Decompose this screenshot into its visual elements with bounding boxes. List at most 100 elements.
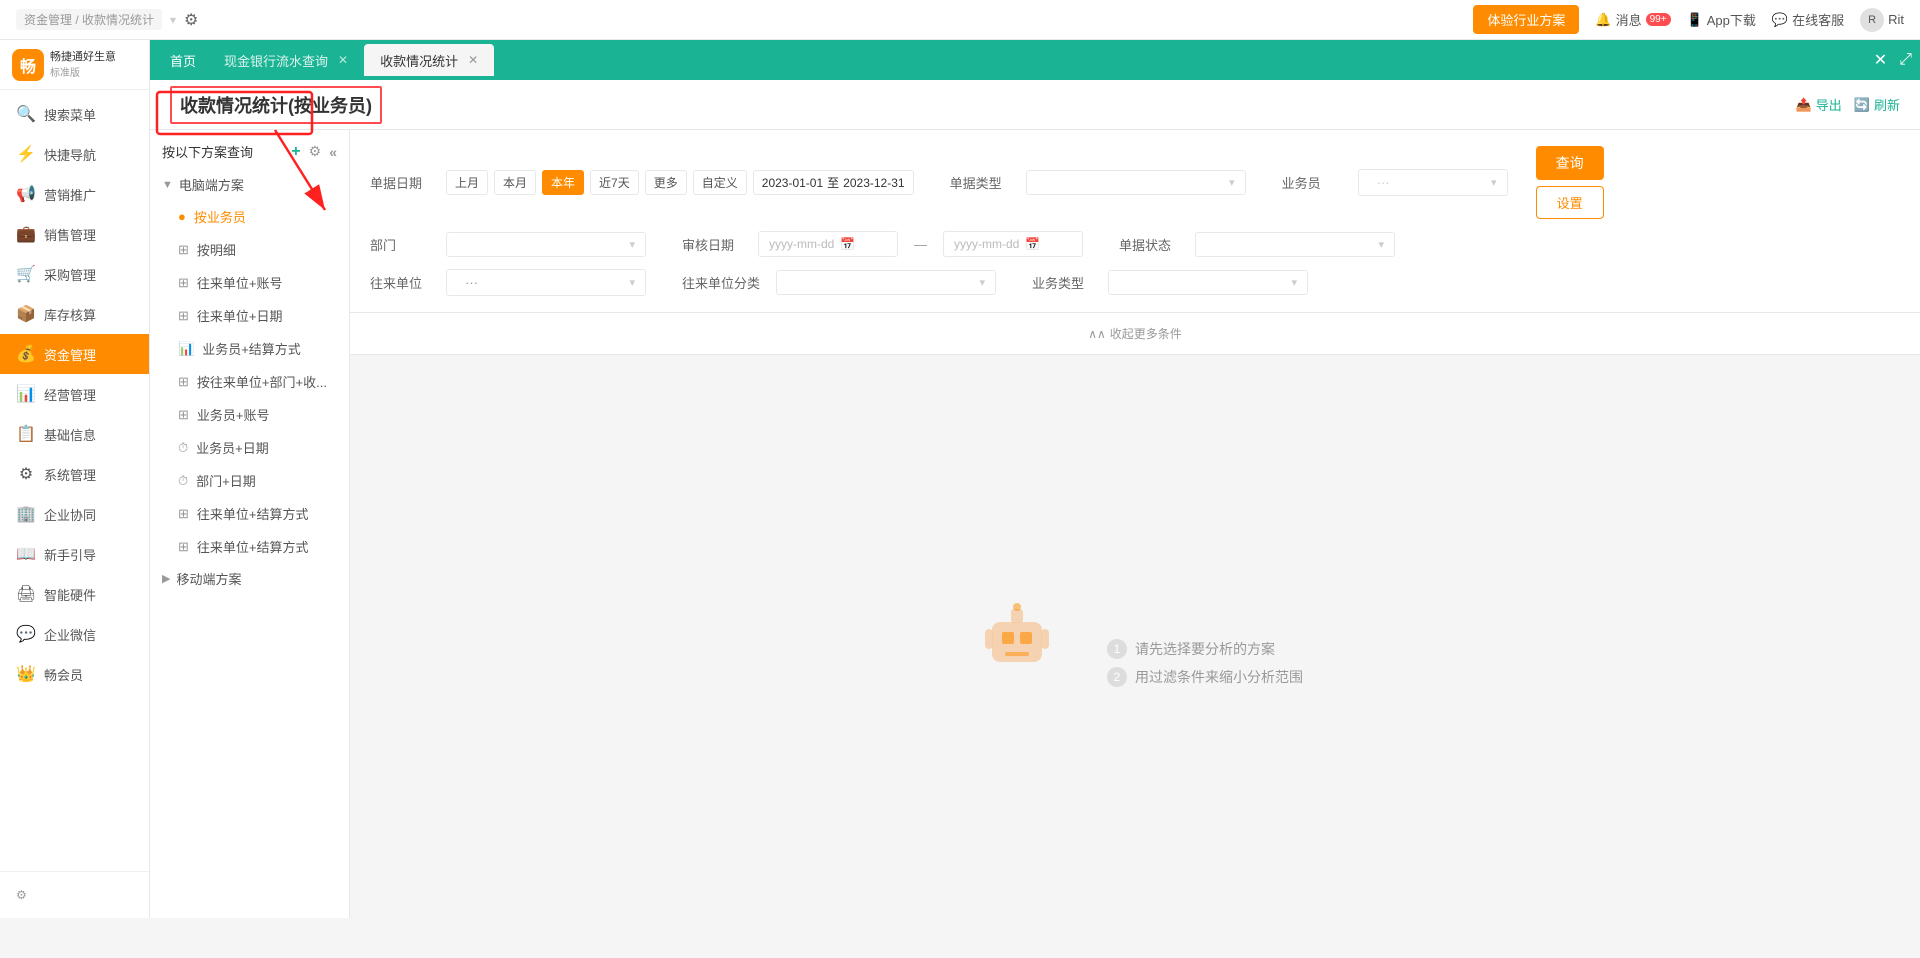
sidebar-item-guide[interactable]: 📖 新手引导 (0, 534, 149, 574)
download-icon: 📱 (1687, 12, 1703, 28)
system-icon: ⚙ (16, 464, 36, 484)
scheme-item-dept-date[interactable]: ⏱ 部门+日期 (150, 464, 349, 497)
partner-cat-select[interactable]: ▾ (776, 270, 996, 295)
doc-type-select[interactable]: ▾ (1026, 170, 1246, 195)
top-bar-right: 体验行业方案 🔔 消息 99+ 📱 App下载 💬 在线客服 R Rit (1473, 5, 1904, 34)
date-range-display: 2023-01-01 至 2023-12-31 (753, 170, 914, 195)
query-button[interactable]: 查询 (1536, 146, 1604, 180)
sidebar-item-inventory[interactable]: 📦 库存核算 (0, 294, 149, 334)
tab-bar-actions: ✕ ⤢ (1874, 50, 1912, 70)
staff-filter-label: 业务员 (1282, 173, 1342, 192)
tab-close-bank-flow[interactable]: ✕ (338, 53, 348, 67)
export-button[interactable]: 📤 导出 (1796, 95, 1842, 114)
calendar-from-icon: 📅 (840, 237, 855, 251)
scheme-item-detail[interactable]: ⊞ 按明细 (150, 233, 349, 266)
scheme-item-partner-settlement1[interactable]: ⊞ 往来单位+结算方式 (150, 497, 349, 530)
sidebar-item-basic-info[interactable]: 📋 基础信息 (0, 414, 149, 454)
scheme-settings-icon[interactable]: ⚙ (309, 143, 322, 160)
trial-button[interactable]: 体验行业方案 (1473, 5, 1579, 34)
sidebar-item-purchase[interactable]: 🛒 采购管理 (0, 254, 149, 294)
date-btn-last-month[interactable]: 上月 (446, 170, 488, 195)
sidebar-item-smart-hw[interactable]: 🖨 智能硬件 (0, 574, 149, 614)
biz-type-select[interactable]: ▾ (1108, 270, 1308, 295)
date-btn-more[interactable]: 更多 (645, 170, 687, 195)
scheme-item-partner-dept[interactable]: ⊞ 按往来单位+部门+收... (150, 365, 349, 398)
notification-badge: 99+ (1646, 13, 1671, 26)
sidebar-item-marketing[interactable]: 📢 营销推广 (0, 174, 149, 214)
date-btn-custom[interactable]: 自定义 (693, 170, 747, 195)
online-service-button[interactable]: 💬 在线客服 (1772, 10, 1844, 29)
scheme-item-partner-account[interactable]: ⊞ 往来单位+账号 (150, 266, 349, 299)
empty-step-2: 2 用过滤条件来缩小分析范围 (1107, 667, 1303, 687)
staff-select[interactable]: ··· ▾ (1358, 169, 1508, 196)
sidebar-item-operations[interactable]: 📊 经营管理 (0, 374, 149, 414)
staff-more-icon: ··· (1377, 175, 1390, 190)
top-bar-settings-icon[interactable]: ⚙ (184, 10, 198, 30)
step-2-text: 用过滤条件来缩小分析范围 (1135, 667, 1303, 687)
sidebar-item-quick-nav[interactable]: ⚡ 快捷导航 (0, 134, 149, 174)
partner-settlement1-icon: ⊞ (178, 506, 189, 522)
sidebar-item-wechat[interactable]: 💬 企业微信 (0, 614, 149, 654)
partner-dots-icon[interactable]: ··· (465, 275, 478, 290)
scheme-item-partner-date[interactable]: ⊞ 往来单位+日期 (150, 299, 349, 332)
sidebar-item-enterprise[interactable]: 🏢 企业协同 (0, 494, 149, 534)
sidebar-label-guide: 新手引导 (44, 545, 96, 564)
settings-button[interactable]: 设置 (1536, 186, 1604, 219)
user-area[interactable]: R Rit (1860, 8, 1904, 32)
review-date-from[interactable]: yyyy-mm-dd 📅 (758, 231, 898, 257)
notifications-button[interactable]: 🔔 消息 99+ (1595, 10, 1670, 29)
refresh-button[interactable]: 🔄 刷新 (1854, 95, 1900, 114)
tab-home[interactable]: 首页 (158, 44, 208, 76)
tab-collection-stats[interactable]: 收款情况统计 ✕ (364, 44, 494, 76)
sidebar-nav: 🔍 搜索菜单 ⚡ 快捷导航 📢 营销推广 💼 销售管理 🛒 采购管理 📦 (0, 90, 149, 871)
detail-scheme-icon: ⊞ (178, 242, 189, 258)
dept-select[interactable]: ▾ (446, 232, 646, 257)
scheme-item-partner-settlement2[interactable]: ⊞ 往来单位+结算方式 (150, 530, 349, 563)
top-bar: 资金管理 / 收款情况统计 ▾ ⚙ 体验行业方案 🔔 消息 99+ 📱 App下… (0, 0, 1920, 40)
doc-status-select[interactable]: ▾ (1195, 232, 1395, 257)
partner-arrow-icon: ▾ (629, 276, 635, 289)
date-btn-this-month[interactable]: 本月 (494, 170, 536, 195)
sidebar-label-marketing: 营销推广 (44, 185, 96, 204)
tab-maximize-btn[interactable]: ⤢ (1899, 51, 1912, 69)
sidebar: 畅 畅捷通好生意 标准版 🔍 搜索菜单 ⚡ 快捷导航 📢 营销推广 💼 销 (0, 40, 150, 918)
review-date-to[interactable]: yyyy-mm-dd 📅 (943, 231, 1083, 257)
tab-close-window-btn[interactable]: ✕ (1874, 50, 1887, 70)
sidebar-item-member[interactable]: 👑 畅会员 (0, 654, 149, 694)
biz-type-label: 业务类型 (1032, 273, 1092, 292)
scheme-item-staff-settlement[interactable]: 📊 业务员+结算方式 (150, 332, 349, 365)
sidebar-item-system[interactable]: ⚙ 系统管理 (0, 454, 149, 494)
query-actions: 查询 设置 (1536, 146, 1604, 219)
sidebar-item-sales[interactable]: 💼 销售管理 (0, 214, 149, 254)
scheme-item-staff-date[interactable]: ⏱ 业务员+日期 (150, 431, 349, 464)
mobile-scheme-header[interactable]: ▶ 移动端方案 (150, 563, 349, 594)
scheme-item-staff[interactable]: ● 按业务员 (150, 200, 349, 233)
date-btn-this-year[interactable]: 本年 (542, 170, 584, 195)
doc-status-arrow-icon: ▾ (1378, 238, 1384, 251)
scheme-item-staff-account[interactable]: ⊞ 业务员+账号 (150, 398, 349, 431)
doc-type-arrow-icon: ▾ (1229, 176, 1235, 189)
sidebar-item-search-menu[interactable]: 🔍 搜索菜单 (0, 94, 149, 134)
user-avatar: R (1860, 8, 1884, 32)
tab-close-collection-stats[interactable]: ✕ (468, 53, 478, 67)
date-buttons-group: 上月 本月 本年 近7天 更多 自定义 2023-01-01 至 2023-12… (446, 170, 914, 195)
guide-icon: 📖 (16, 544, 36, 564)
main-layout: 畅 畅捷通好生意 标准版 🔍 搜索菜单 ⚡ 快捷导航 📢 营销推广 💼 销 (0, 40, 1920, 918)
partner-select[interactable]: ··· ▾ (446, 269, 646, 296)
collapse-panel-icon[interactable]: « (329, 144, 337, 160)
partner-cat-arrow-icon: ▾ (979, 276, 985, 289)
collapse-label: 收起更多条件 (1110, 325, 1182, 342)
sidebar-bottom-settings[interactable]: ⚙ (0, 880, 149, 910)
mobile-scheme-group: ▶ 移动端方案 (150, 563, 349, 594)
sidebar-item-capital[interactable]: 💰 资金管理 (0, 334, 149, 374)
pc-scheme-header[interactable]: ▼ 电脑端方案 (150, 169, 349, 200)
page-title: 收款情况统计(按业务员) (170, 86, 382, 124)
tab-bank-flow[interactable]: 现金银行流水查询 ✕ (208, 44, 364, 76)
date-btn-7days[interactable]: 近7天 (590, 170, 639, 195)
add-scheme-icon[interactable]: + (291, 143, 300, 161)
main-content: 首页 现金银行流水查询 ✕ 收款情况统计 ✕ ✕ ⤢ 收款情况统计(按业务员) … (150, 40, 1920, 918)
app-download-button[interactable]: 📱 App下载 (1687, 10, 1756, 29)
dropdown-arrow-icon[interactable]: ▾ (170, 13, 176, 27)
collapse-bar[interactable]: ∧∧ 收起更多条件 (350, 313, 1920, 355)
inventory-icon: 📦 (16, 304, 36, 324)
